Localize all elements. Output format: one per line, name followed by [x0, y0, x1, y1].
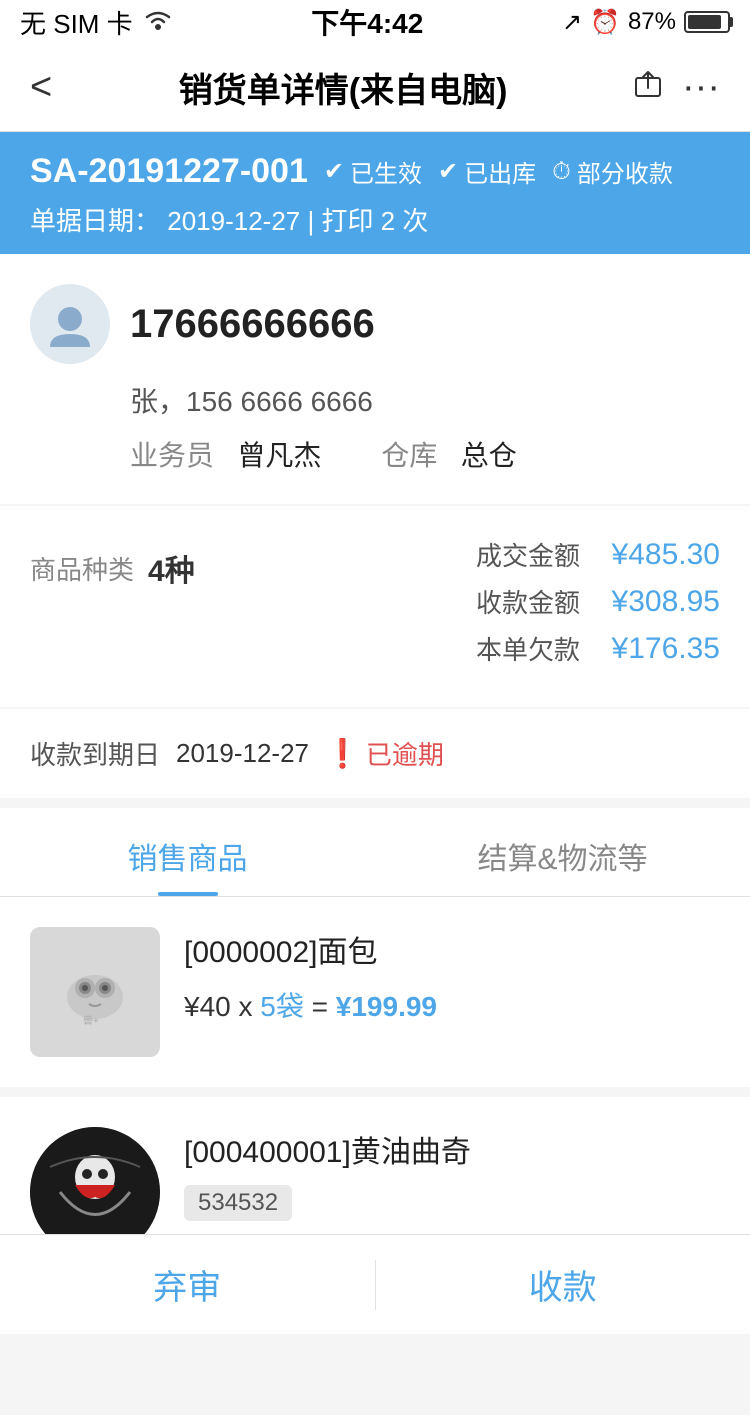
product-type-count: 4种 — [148, 546, 195, 590]
order-header-banner: SA-20191227-001 ✔ 已生效 ✔ 已出库 ⏱ 部分收款 单据日期：… — [0, 132, 750, 254]
page-title: 销货单详情(来自电脑) — [179, 63, 508, 112]
stats-section: 商品种类 4种 成交金额 ¥485.30 收款金额 ¥308.95 本单欠款 ¥… — [0, 506, 750, 707]
sales-label: 业务员 — [130, 440, 214, 471]
list-item: 兽+ [0000002]面包 ¥40 x 5袋 = ¥199.99 — [0, 897, 750, 1087]
trading-amount-value: ¥485.30 — [600, 538, 720, 572]
product-image-1: 兽+ — [30, 927, 160, 1057]
tabs-section: 销售商品 结算&物流等 — [0, 808, 750, 897]
overdue-badge: ❗ 已逾期 — [325, 735, 444, 772]
customer-meta: 业务员 曾凡杰 仓库 总仓 — [130, 434, 720, 474]
location-icon: ↗ — [562, 8, 582, 37]
due-date-value: 2019-12-27 — [176, 738, 309, 769]
status-effective: ✔ 已生效 — [324, 154, 422, 189]
tab-sales-product[interactable]: 销售商品 — [0, 808, 375, 896]
order-date-row: 单据日期： 2019-12-27 | 打印 2 次 — [30, 201, 720, 238]
tab-settlement[interactable]: 结算&物流等 — [375, 808, 750, 896]
more-button[interactable]: ··· — [682, 66, 720, 109]
collect-button[interactable]: 收款 — [376, 1240, 750, 1329]
status-time: 下午4:42 — [311, 2, 423, 42]
due-date-label: 收款到期日 — [30, 735, 160, 772]
status-partial-payment: ⏱ 部分收款 — [552, 154, 673, 189]
due-date-section: 收款到期日 2019-12-27 ❗ 已逾期 — [0, 709, 750, 798]
status-left: 无 SIM 卡 — [20, 4, 173, 41]
share-button[interactable] — [634, 70, 662, 106]
abandon-button[interactable]: 弃审 — [0, 1240, 375, 1329]
status-right: ↗ ⏰ 87% — [562, 8, 730, 37]
product-name-1: [0000002]面包 — [184, 927, 720, 971]
back-button[interactable]: < — [30, 66, 52, 109]
product-name-2: [000400001]黄油曲奇 — [184, 1127, 720, 1171]
nav-left[interactable]: < — [30, 66, 52, 109]
alarm-icon: ⏰ — [590, 8, 620, 37]
wifi-icon — [143, 7, 173, 38]
trading-amount-label: 成交金额 — [476, 536, 580, 573]
carrier-text: 无 SIM 卡 — [20, 4, 133, 41]
svg-text:兽+: 兽+ — [83, 1014, 99, 1027]
product-type-label: 商品种类 — [30, 550, 134, 587]
received-label: 收款金额 — [476, 583, 580, 620]
nav-right[interactable]: ··· — [634, 66, 720, 109]
check-icon-2: ✔ — [438, 157, 458, 186]
product-price-1: ¥40 x 5袋 = ¥199.99 — [184, 985, 720, 1025]
clock-icon: ⏱ — [552, 158, 571, 186]
battery-percent: 87% — [628, 8, 676, 36]
nav-bar: < 销货单详情(来自电脑) ··· — [0, 44, 750, 132]
owed-label: 本单欠款 — [476, 630, 580, 667]
warehouse-label: 仓库 — [381, 440, 437, 471]
avatar — [30, 284, 110, 364]
product-thumb-1: 兽+ — [30, 927, 160, 1057]
owed-amount-value: ¥176.35 — [600, 632, 720, 666]
warehouse-name: 总仓 — [461, 440, 517, 471]
battery-icon — [684, 11, 730, 33]
customer-name-phone: 张，156 6666 6666 — [130, 380, 720, 420]
bottom-bar: 弃审 收款 — [0, 1234, 750, 1334]
product-info-1: [0000002]面包 ¥40 x 5袋 = ¥199.99 — [184, 927, 720, 1025]
sales-name: 曾凡杰 — [237, 440, 321, 471]
overdue-icon: ❗ — [325, 737, 360, 770]
customer-phone: 17666666666 — [130, 302, 375, 347]
stats-right: 成交金额 ¥485.30 收款金额 ¥308.95 本单欠款 ¥176.35 — [375, 536, 720, 677]
received-amount-value: ¥308.95 — [600, 585, 720, 619]
customer-section: 17666666666 张，156 6666 6666 业务员 曾凡杰 仓库 总… — [0, 254, 750, 504]
status-shipped: ✔ 已出库 — [438, 154, 536, 189]
order-number: SA-20191227-001 — [30, 152, 308, 191]
check-icon-1: ✔ — [324, 157, 344, 186]
overdue-text: 已逾期 — [366, 735, 444, 772]
stats-left: 商品种类 4种 — [30, 536, 375, 590]
status-bar: 无 SIM 卡 下午4:42 ↗ ⏰ 87% — [0, 0, 750, 44]
product-batch-2: 534532 — [184, 1185, 292, 1221]
